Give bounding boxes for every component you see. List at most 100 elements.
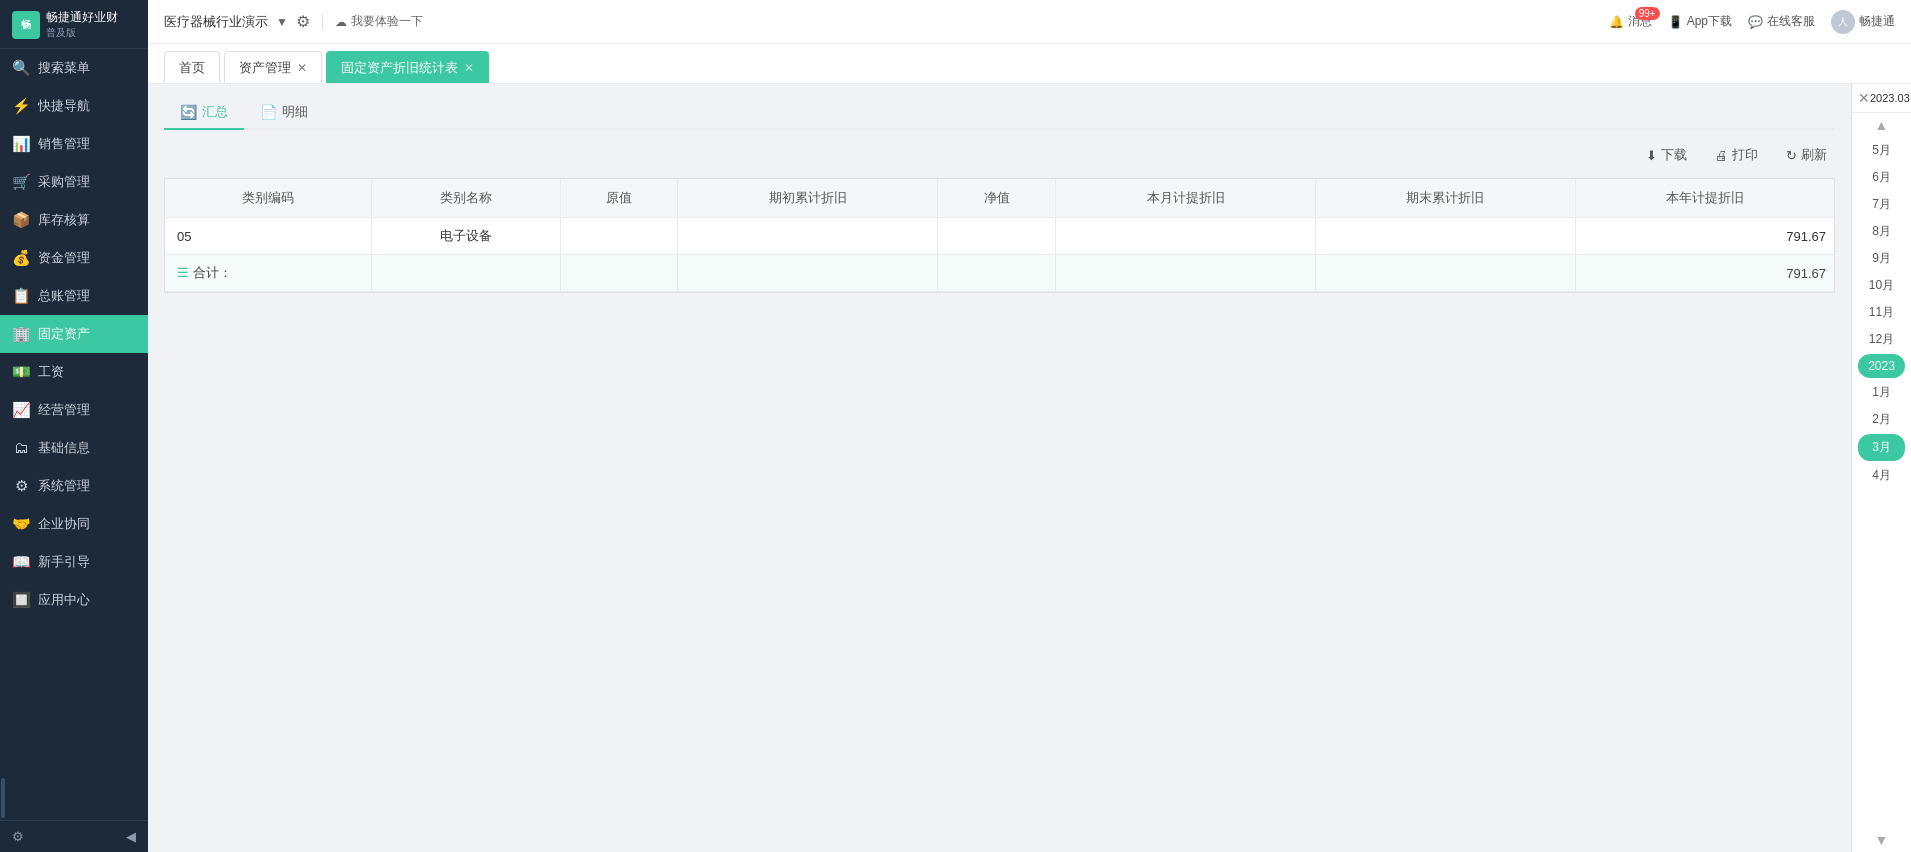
date-month-item[interactable]: 7月	[1852, 191, 1911, 218]
sidebar-item-collab[interactable]: 🤝 企业协同	[0, 505, 148, 543]
depreciation-table: 类别编码类别名称原值期初累计折旧净值本月计提折旧期末累计折旧本年计提折旧 05电…	[164, 178, 1835, 293]
logo-text-block: 畅捷通好业财 普及版	[46, 10, 118, 40]
settings-icon[interactable]: ⚙	[12, 829, 24, 844]
download-report-icon: ⬇	[1646, 148, 1657, 163]
content-area: 🔄 汇总 📄 明细 ⬇ 下载 🖨 打印 ↻ 刷新	[148, 84, 1911, 852]
sidebar-item-purchase[interactable]: 🛒 采购管理	[0, 163, 148, 201]
ops-icon: 📈	[12, 401, 30, 419]
header-right: 🔔 消息 99+ 📱 App下载 💬 在线客服 人 畅捷通	[1609, 10, 1895, 34]
sidebar-item-finance[interactable]: 💰 资金管理	[0, 239, 148, 277]
sidebar-item-system[interactable]: ⚙ 系统管理	[0, 467, 148, 505]
customer-service-btn[interactable]: 💬 在线客服	[1748, 13, 1815, 30]
main-area: 医疗器械行业演示 ▼ ⚙ ☁ 我要体验一下 🔔 消息 99+ 📱 App下载 💬…	[148, 0, 1911, 852]
table-cell: 电子设备	[372, 218, 561, 255]
download-report-btn[interactable]: ⬇ 下载	[1638, 142, 1695, 168]
sidebar-item-guide[interactable]: 📖 新手引导	[0, 543, 148, 581]
purchase-icon: 🛒	[12, 173, 30, 191]
date-year-label[interactable]: 2023	[1858, 354, 1905, 378]
scrollbar-thumb	[1, 778, 5, 818]
app-version: 普及版	[46, 26, 118, 40]
tab-close-asset-mgmt[interactable]: ✕	[297, 61, 307, 75]
sub-tab-label-summary: 汇总	[202, 103, 228, 121]
content-inner: 🔄 汇总 📄 明细 ⬇ 下载 🖨 打印 ↻ 刷新	[148, 84, 1851, 852]
sidebar-item-ops[interactable]: 📈 经营管理	[0, 391, 148, 429]
sub-tab-icon-detail: 📄	[260, 104, 277, 120]
date-panel: ✕ 2023.03 ⛶ ▲ 5月6月7月8月9月10月11月12月20231月2…	[1851, 84, 1911, 852]
date-prev-btn[interactable]: ▲	[1852, 113, 1911, 137]
date-month-item[interactable]: 8月	[1852, 218, 1911, 245]
app-center-icon: 🔲	[12, 591, 30, 609]
date-month-item[interactable]: 9月	[1852, 245, 1911, 272]
user-btn[interactable]: 人 畅捷通	[1831, 10, 1895, 34]
company-dropdown-icon[interactable]: ▼	[276, 15, 288, 29]
message-icon: 🔔	[1609, 15, 1624, 29]
date-month-item[interactable]: 3月	[1858, 434, 1905, 461]
header-divider	[322, 14, 323, 30]
experience-btn[interactable]: ☁ 我要体验一下	[335, 13, 423, 30]
print-btn[interactable]: 🖨 打印	[1707, 142, 1766, 168]
sidebar-item-sales[interactable]: 📊 销售管理	[0, 125, 148, 163]
col-header: 原值	[560, 179, 678, 218]
sidebar-label-sales: 销售管理	[38, 135, 90, 153]
subtotal-cell	[372, 255, 561, 292]
sidebar-label-app-center: 应用中心	[38, 591, 90, 609]
table-cell	[1315, 218, 1575, 255]
basic-info-icon: 🗂	[12, 439, 30, 456]
print-icon: 🖨	[1715, 148, 1728, 163]
sidebar-item-search[interactable]: 🔍 搜索菜单	[0, 49, 148, 87]
sub-tab-detail[interactable]: 📄 明细	[244, 96, 324, 130]
guide-icon: 📖	[12, 553, 30, 571]
date-month-item[interactable]: 12月	[1852, 326, 1911, 353]
col-header: 期初累计折旧	[678, 179, 938, 218]
sidebar-item-quick-nav[interactable]: ⚡ 快捷导航	[0, 87, 148, 125]
sales-icon: 📊	[12, 135, 30, 153]
sidebar-label-search: 搜索菜单	[38, 59, 90, 77]
sidebar-label-fixed-assets: 固定资产	[38, 325, 90, 343]
date-month-item[interactable]: 5月	[1852, 137, 1911, 164]
tabs-bar: 首页 资产管理✕固定资产折旧统计表✕	[148, 44, 1911, 84]
date-month-item[interactable]: 1月	[1852, 379, 1911, 406]
subtotal-cell: ☰合计：	[165, 255, 372, 292]
col-header: 期末累计折旧	[1315, 179, 1575, 218]
sidebar-item-basic-info[interactable]: 🗂 基础信息	[0, 429, 148, 467]
sidebar-item-ledger[interactable]: 📋 总账管理	[0, 277, 148, 315]
sidebar-nav: 🔍 搜索菜单 ⚡ 快捷导航 📊 销售管理 🛒 采购管理 📦 库存核算 💰 资金管…	[0, 49, 148, 756]
sidebar-logo: 畅 畅捷通好业财 普及版	[0, 0, 148, 49]
date-month-item[interactable]: 11月	[1852, 299, 1911, 326]
refresh-btn[interactable]: ↻ 刷新	[1778, 142, 1835, 168]
table-cell	[938, 218, 1056, 255]
tab-depreciation[interactable]: 固定资产折旧统计表✕	[326, 51, 489, 83]
sub-tab-label-detail: 明细	[282, 103, 308, 121]
date-month-item[interactable]: 2月	[1852, 406, 1911, 433]
table-cell: 05	[165, 218, 372, 255]
service-icon: 💬	[1748, 15, 1763, 29]
date-next-btn[interactable]: ▼	[1852, 828, 1911, 852]
tab-label-home: 首页	[179, 59, 205, 77]
tab-close-depreciation[interactable]: ✕	[464, 61, 474, 75]
sub-tab-summary[interactable]: 🔄 汇总	[164, 96, 244, 130]
col-header: 类别编码	[165, 179, 372, 218]
date-panel-close-btn[interactable]: ✕	[1858, 90, 1870, 106]
date-month-item[interactable]: 10月	[1852, 272, 1911, 299]
sidebar-label-guide: 新手引导	[38, 553, 90, 571]
sidebar-label-ledger: 总账管理	[38, 287, 90, 305]
sub-tab-icon-summary: 🔄	[180, 104, 197, 120]
tab-asset-mgmt[interactable]: 资产管理✕	[224, 51, 322, 83]
tab-home[interactable]: 首页	[164, 51, 220, 83]
subtotal-cell: 791.67	[1575, 255, 1834, 292]
sidebar-scrollbar[interactable]	[0, 756, 6, 820]
col-header: 本月计提折旧	[1056, 179, 1316, 218]
date-month-item[interactable]: 4月	[1852, 462, 1911, 489]
date-month-item[interactable]: 6月	[1852, 164, 1911, 191]
sidebar-item-payroll[interactable]: 💵 工资	[0, 353, 148, 391]
subtotal-cell	[1056, 255, 1316, 292]
sidebar-item-app-center[interactable]: 🔲 应用中心	[0, 581, 148, 619]
subtotal-row: ☰合计： 791.67	[165, 255, 1834, 292]
sidebar-item-fixed-assets[interactable]: 🏢 固定资产	[0, 315, 148, 353]
header-settings-icon[interactable]: ⚙	[296, 12, 310, 31]
collapse-icon[interactable]: ◀	[126, 829, 136, 844]
download-btn[interactable]: 📱 App下载	[1668, 13, 1732, 30]
sidebar-label-finance: 资金管理	[38, 249, 90, 267]
message-btn[interactable]: 🔔 消息 99+	[1609, 13, 1652, 30]
sidebar-item-inventory[interactable]: 📦 库存核算	[0, 201, 148, 239]
